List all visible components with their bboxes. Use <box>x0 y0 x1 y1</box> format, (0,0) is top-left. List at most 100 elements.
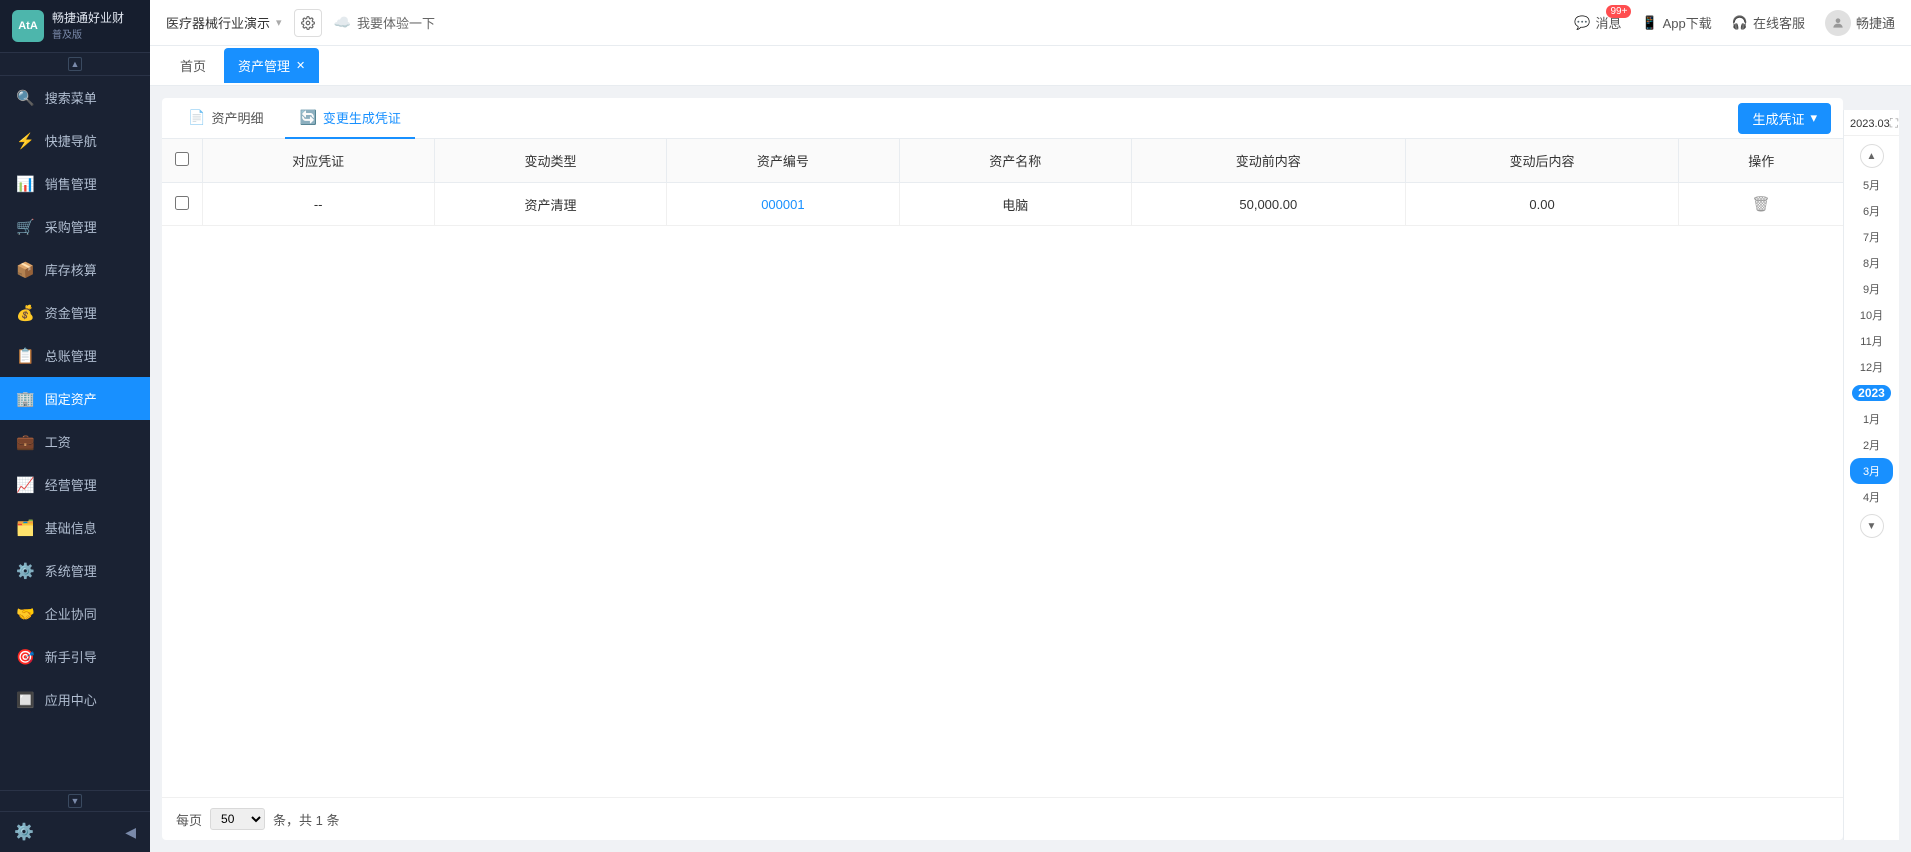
sidebar-item-operations[interactable]: 📈 经营管理 <box>0 463 150 506</box>
col-after-change: 变动后内容 <box>1405 139 1679 183</box>
row-voucher: -- <box>202 183 434 226</box>
company-name: 医疗器械行业演示 <box>166 13 270 32</box>
sidebar-collapse-icon[interactable]: ◀ <box>125 824 136 841</box>
sidebar-item-inventory[interactable]: 📦 库存核算 <box>0 248 150 291</box>
timeline-year-2023[interactable]: 2023 <box>1844 380 1899 406</box>
row-operation: 🗑 <box>1679 183 1843 226</box>
sidebar-item-guide[interactable]: 🎯 新手引导 <box>0 635 150 678</box>
experience-btn[interactable]: ☁️ 我要体验一下 <box>334 13 435 32</box>
pagination: 每页 50 10 20 100 条，共 1 条 <box>162 797 1843 840</box>
quick-nav-icon: ⚡ <box>16 132 35 150</box>
sidebar-item-ledger[interactable]: 📋 总账管理 <box>0 334 150 377</box>
company-dropdown-arrow: ▾ <box>276 16 282 29</box>
app-download-label: App下载 <box>1663 13 1712 32</box>
timeline-month-9[interactable]: 9月 <box>1844 276 1899 302</box>
cloud-icon: ☁️ <box>334 14 351 31</box>
purchase-icon: 🛒 <box>16 218 35 236</box>
sidebar-item-basic-info[interactable]: 🗂️ 基础信息 <box>0 506 150 549</box>
total-label: 条，共 1 条 <box>273 810 339 829</box>
delete-row-btn[interactable]: 🗑 <box>1746 193 1777 215</box>
timeline-month-12[interactable]: 12月 <box>1844 354 1899 380</box>
sidebar-item-sales[interactable]: 📊 销售管理 <box>0 162 150 205</box>
timeline-month-2[interactable]: 2月 <box>1844 432 1899 458</box>
table-body: -- 资产清理 000001 电脑 50,000.00 0.00 🗑 <box>162 183 1843 226</box>
subtabs: 📄 资产明细 🔄 变更生成凭证 生成凭证 ▾ <box>162 98 1843 139</box>
sidebar-item-payroll[interactable]: 💼 工资 <box>0 420 150 463</box>
timeline-prev-btn[interactable]: ▲ <box>1860 144 1884 168</box>
logo-text: 畅捷通好业财 <box>52 11 124 27</box>
timeline-month-10[interactable]: 10月 <box>1844 302 1899 328</box>
sidebar-footer: ⚙️ ◀ <box>0 811 150 852</box>
sidebar-logo: AtA 畅捷通好业财 普及版 <box>0 0 150 53</box>
message-btn[interactable]: 💬 消息 99+ <box>1574 13 1621 32</box>
sidebar-item-quick-nav[interactable]: ⚡ 快捷导航 <box>0 119 150 162</box>
customer-service-btn[interactable]: 🎧 在线客服 <box>1732 13 1805 32</box>
scroll-up-btn[interactable]: ▲ <box>68 57 82 71</box>
sales-icon: 📊 <box>16 175 35 193</box>
generate-voucher-btn[interactable]: 生成凭证 ▾ <box>1738 103 1831 134</box>
row-asset-name: 电脑 <box>899 183 1131 226</box>
headset-icon: 🎧 <box>1732 15 1748 31</box>
search-icon: 🔍 <box>16 89 35 107</box>
row-checkbox-cell <box>162 183 202 226</box>
timeline-month-3[interactable]: 3月 <box>1850 458 1893 484</box>
timeline-month-7[interactable]: 7月 <box>1844 224 1899 250</box>
ledger-icon: 📋 <box>16 347 35 365</box>
app-download-btn[interactable]: 📱 App下载 <box>1641 13 1711 32</box>
content-area: 📄 资产明细 🔄 变更生成凭证 生成凭证 ▾ <box>150 86 1911 852</box>
tab-asset-management[interactable]: 资产管理 ✕ <box>224 48 319 83</box>
payroll-icon: 💼 <box>16 433 35 451</box>
sidebar-item-search[interactable]: 🔍 搜索菜单 <box>0 76 150 119</box>
timeline-next-btn[interactable]: ▼ <box>1860 514 1884 538</box>
sidebar-item-purchase[interactable]: 🛒 采购管理 <box>0 205 150 248</box>
topbar-right: 💬 消息 99+ 📱 App下载 🎧 在线客服 畅捷通 <box>1574 10 1895 36</box>
row-before-change: 50,000.00 <box>1131 183 1405 226</box>
timeline-month-5[interactable]: 5月 <box>1844 172 1899 198</box>
per-page-label: 每页 <box>176 810 202 829</box>
sidebar-item-system[interactable]: ⚙️ 系统管理 <box>0 549 150 592</box>
customer-service-label: 在线客服 <box>1753 13 1805 32</box>
subtab-asset-detail[interactable]: 📄 资产明细 <box>174 98 277 139</box>
sidebar-item-funds[interactable]: 💰 资金管理 <box>0 291 150 334</box>
inventory-icon: 📦 <box>16 261 35 279</box>
row-checkbox-0[interactable] <box>175 196 189 210</box>
row-after-change: 0.00 <box>1405 183 1679 226</box>
table-row: -- 资产清理 000001 电脑 50,000.00 0.00 🗑 <box>162 183 1843 226</box>
col-before-change: 变动前内容 <box>1131 139 1405 183</box>
tab-home[interactable]: 首页 <box>166 46 220 85</box>
sidebar-settings-icon[interactable]: ⚙️ <box>14 822 34 842</box>
user-avatar <box>1825 10 1851 36</box>
timeline-month-8[interactable]: 8月 <box>1844 250 1899 276</box>
timeline-month-11[interactable]: 11月 <box>1844 328 1899 354</box>
col-checkbox <box>162 139 202 183</box>
sidebar: AtA 畅捷通好业财 普及版 ▲ 🔍 搜索菜单 ⚡ 快捷导航 📊 销售管理 🛒 … <box>0 0 150 852</box>
company-selector[interactable]: 医疗器械行业演示 ▾ <box>166 13 282 32</box>
topbar-settings-btn[interactable] <box>294 9 322 37</box>
timeline-month-1[interactable]: 1月 <box>1844 406 1899 432</box>
fixed-assets-icon: 🏢 <box>16 390 35 408</box>
data-table: 对应凭证 变动类型 资产编号 资产名称 <box>162 139 1843 226</box>
user-profile[interactable]: 畅捷通 <box>1825 10 1895 36</box>
content-card: 📄 资产明细 🔄 变更生成凭证 生成凭证 ▾ <box>162 98 1843 840</box>
subtab-change-voucher[interactable]: 🔄 变更生成凭证 <box>285 98 414 139</box>
tab-close-icon[interactable]: ✕ <box>296 59 305 72</box>
sidebar-item-app-center[interactable]: 🔲 应用中心 <box>0 678 150 721</box>
timeline-expand-icon[interactable]: ⛶ <box>1890 116 1898 131</box>
scroll-down-btn[interactable]: ▼ <box>68 794 82 808</box>
timeline-scroll: ▲ 5月 6月 7月 8月 9月 10月 11月 12月 2023 1月 2月 … <box>1844 136 1899 840</box>
message-icon: 💬 <box>1574 15 1590 31</box>
col-voucher: 对应凭证 <box>202 139 434 183</box>
system-icon: ⚙️ <box>16 562 35 580</box>
timeline-month-4[interactable]: 4月 <box>1844 484 1899 510</box>
row-change-type: 资产清理 <box>434 183 666 226</box>
content-wrapper: 📄 资产明细 🔄 变更生成凭证 生成凭证 ▾ <box>162 98 1899 840</box>
phone-icon: 📱 <box>1641 15 1657 31</box>
select-all-checkbox[interactable] <box>175 152 189 166</box>
row-asset-code: 000001 <box>667 183 899 226</box>
per-page-select[interactable]: 50 10 20 100 <box>210 808 265 830</box>
sidebar-item-cooperation[interactable]: 🤝 企业协同 <box>0 592 150 635</box>
col-change-type: 变动类型 <box>434 139 666 183</box>
sidebar-item-fixed-assets[interactable]: 🏢 固定资产 <box>0 377 150 420</box>
change-voucher-icon: 🔄 <box>299 109 316 126</box>
timeline-month-6[interactable]: 6月 <box>1844 198 1899 224</box>
